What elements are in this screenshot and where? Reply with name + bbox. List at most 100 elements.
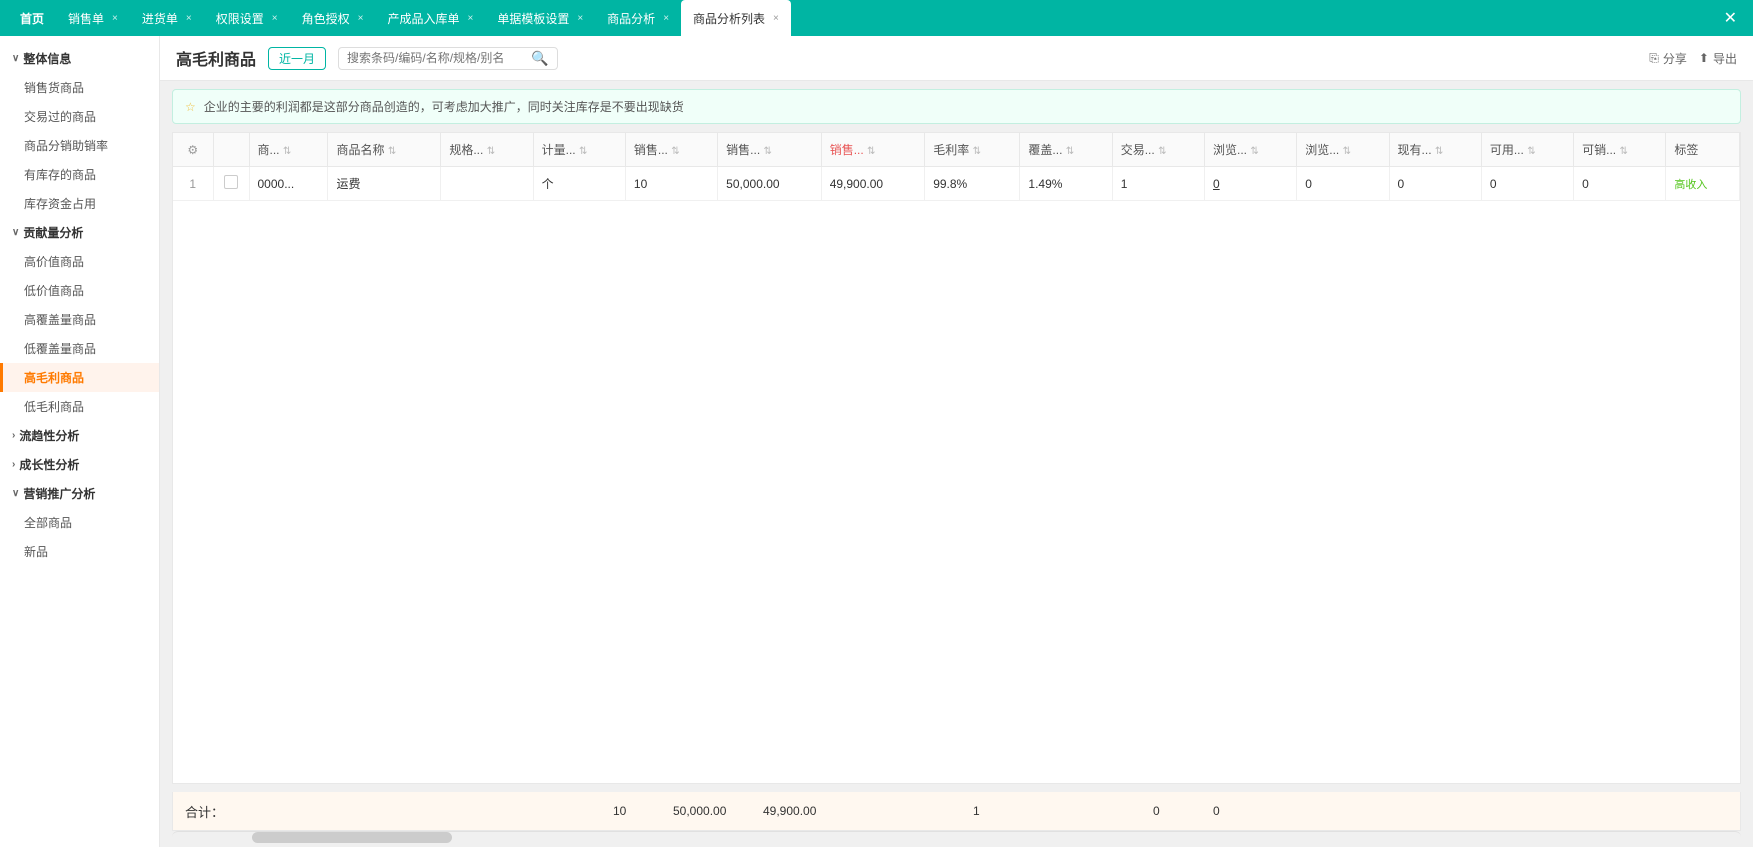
spec-column-header[interactable]: 规格... ⇅ xyxy=(441,133,533,167)
content-area: 高毛利商品 近一月 🔍 ⎘ 分享 ⬆ 导出 ☆ 企业的主要的利润都是这部分商品创… xyxy=(160,36,1753,847)
close-icon[interactable]: × xyxy=(112,13,118,24)
sidebar-group-overall[interactable]: ∨ 整体信息 xyxy=(0,44,159,73)
row-stock-current: 0 xyxy=(1389,167,1481,201)
close-icon[interactable]: × xyxy=(467,13,473,24)
search-icon[interactable]: 🔍 xyxy=(531,50,548,67)
coverage-column-header[interactable]: 覆盖... ⇅ xyxy=(1020,133,1112,167)
export-icon: ⬆ xyxy=(1699,51,1709,65)
unit-column-header[interactable]: 计量... ⇅ xyxy=(533,133,625,167)
close-icon[interactable]: × xyxy=(272,13,278,24)
sales-profit-column-header[interactable]: 销售... ⇅ xyxy=(821,133,925,167)
sidebar-item-high-margin[interactable]: 高毛利商品 xyxy=(0,363,159,392)
filter-month-button[interactable]: 近一月 xyxy=(268,47,326,70)
scrollbar-thumb[interactable] xyxy=(252,832,452,843)
nav-tab-sales[interactable]: 销售单 × xyxy=(56,0,130,36)
sidebar-item-high-coverage[interactable]: 高覆盖量商品 xyxy=(0,305,159,334)
sidebar-item-traded-goods[interactable]: 交易过的商品 xyxy=(0,102,159,131)
close-icon[interactable]: × xyxy=(577,13,583,24)
sort-icon: ⇅ xyxy=(1619,146,1627,157)
sort-icon: ⇅ xyxy=(487,146,495,157)
sidebar-item-low-value[interactable]: 低价值商品 xyxy=(0,276,159,305)
footer-spacer8 xyxy=(1085,800,1145,822)
sort-icon: ⇅ xyxy=(388,146,396,157)
sales-qty-column-header[interactable]: 销售... ⇅ xyxy=(625,133,717,167)
home-label: 首页 xyxy=(20,10,44,27)
row-stock-available: 0 xyxy=(1481,167,1573,201)
sidebar-item-in-stock[interactable]: 有库存的商品 xyxy=(0,160,159,189)
sidebar-item-all-goods[interactable]: 全部商品 xyxy=(0,508,159,537)
nav-tab-permission[interactable]: 权限设置 × xyxy=(204,0,290,36)
sort-icon: ⇅ xyxy=(671,146,679,157)
nav-tab-role[interactable]: 角色授权 × xyxy=(290,0,376,36)
settings-column-header[interactable]: ⚙ xyxy=(173,133,213,167)
export-button[interactable]: ⬆ 导出 xyxy=(1699,50,1737,67)
sort-icon: ⇅ xyxy=(579,146,587,157)
footer-stock-available: 0 xyxy=(1205,800,1265,822)
row-checkbox[interactable] xyxy=(213,167,249,201)
sort-icon: ⇅ xyxy=(283,146,291,157)
window-close-button[interactable]: ✕ xyxy=(1716,8,1745,28)
row-views2: 0 xyxy=(1297,167,1389,201)
sidebar-item-stock-capital[interactable]: 库存资金占用 xyxy=(0,189,159,218)
sidebar-item-sales-goods[interactable]: 销售货商品 xyxy=(0,73,159,102)
sidebar-collapse-button[interactable]: 《 xyxy=(159,422,160,462)
transaction-column-header[interactable]: 交易... ⇅ xyxy=(1112,133,1204,167)
nav-tab-purchase[interactable]: 进货单 × xyxy=(130,0,204,36)
chevron-down-icon: ∨ xyxy=(12,227,19,238)
views2-column-header[interactable]: 浏览... ⇅ xyxy=(1297,133,1389,167)
close-icon[interactable]: × xyxy=(773,13,779,24)
row-num: 1 xyxy=(173,167,213,201)
close-icon[interactable]: × xyxy=(186,13,192,24)
sort-icon: ⇅ xyxy=(1435,146,1443,157)
info-banner: ☆ 企业的主要的利润都是这部分商品创造的，可考虑加大推广，同时关注库存是不要出现… xyxy=(172,89,1741,124)
table-container[interactable]: ⚙ 商... ⇅ 商品名称 ⇅ 规格... ⇅ xyxy=(172,132,1741,784)
sidebar: 《 ∨ 整体信息 销售货商品 交易过的商品 商品分销助销率 有库存的商品 库存资… xyxy=(0,36,160,847)
row-sales-amt: 50,000.00 xyxy=(718,167,822,201)
sidebar-group-growth[interactable]: › 成长性分析 xyxy=(0,450,159,479)
sidebar-item-new-products[interactable]: 新品 xyxy=(0,537,159,566)
close-icon[interactable]: × xyxy=(358,13,364,24)
code-column-header[interactable]: 商... ⇅ xyxy=(249,133,328,167)
chevron-right-icon: › xyxy=(12,430,15,441)
row-tag: 高收入 xyxy=(1666,167,1740,201)
sort-icon: ⇅ xyxy=(1066,146,1074,157)
content-header: 高毛利商品 近一月 🔍 ⎘ 分享 ⬆ 导出 xyxy=(160,36,1753,81)
sales-amt-column-header[interactable]: 销售... ⇅ xyxy=(718,133,822,167)
sidebar-item-low-margin[interactable]: 低毛利商品 xyxy=(0,392,159,421)
sort-icon: ⇅ xyxy=(1250,146,1258,157)
table-footer: 合计： 10 50,000.00 49,900.00 1 0 0 xyxy=(172,792,1741,831)
sidebar-item-distribution-rate[interactable]: 商品分销助销率 xyxy=(0,131,159,160)
sidebar-group-trend[interactable]: › 流趋性分析 xyxy=(0,421,159,450)
row-views1[interactable]: 0 xyxy=(1204,167,1296,201)
nav-tab-template[interactable]: 单据模板设置 × xyxy=(485,0,595,36)
chevron-down-icon: ∨ xyxy=(12,488,19,499)
sidebar-item-high-value[interactable]: 高价值商品 xyxy=(0,247,159,276)
sidebar-item-low-coverage[interactable]: 低覆盖量商品 xyxy=(0,334,159,363)
checkbox-icon[interactable] xyxy=(224,175,238,189)
gross-margin-column-header[interactable]: 毛利率 ⇅ xyxy=(925,133,1020,167)
horizontal-scrollbar[interactable] xyxy=(172,831,1741,843)
name-column-header[interactable]: 商品名称 ⇅ xyxy=(328,133,441,167)
nav-tab-product-analysis[interactable]: 商品分析 × xyxy=(595,0,681,36)
nav-tab-product-entry[interactable]: 产成品入库单 × xyxy=(375,0,485,36)
stock-saleable-column-header[interactable]: 可销... ⇅ xyxy=(1574,133,1666,167)
sort-icon: ⇅ xyxy=(1343,146,1351,157)
sort-icon: ⇅ xyxy=(1158,146,1166,157)
footer-spacer4 xyxy=(485,800,605,822)
views1-column-header[interactable]: 浏览... ⇅ xyxy=(1204,133,1296,167)
stock-available-column-header[interactable]: 可用... ⇅ xyxy=(1481,133,1573,167)
chevron-right-icon: › xyxy=(12,459,15,470)
footer-spacer2 xyxy=(325,800,405,822)
sidebar-group-contribution[interactable]: ∨ 贡献量分析 xyxy=(0,218,159,247)
close-icon[interactable]: × xyxy=(663,13,669,24)
footer-sales-amt: 50,000.00 xyxy=(665,800,755,822)
footer-sales-profit: 49,900.00 xyxy=(755,800,845,822)
search-input[interactable] xyxy=(347,51,527,65)
stock-current-column-header[interactable]: 现有... ⇅ xyxy=(1389,133,1481,167)
nav-tab-home[interactable]: 首页 xyxy=(8,0,56,36)
sidebar-group-marketing[interactable]: ∨ 营销推广分析 xyxy=(0,479,159,508)
row-gross-margin: 99.8% xyxy=(925,167,1020,201)
nav-tab-product-analysis-list[interactable]: 商品分析列表 × xyxy=(681,0,791,36)
footer-spacer7 xyxy=(1025,800,1085,822)
share-button[interactable]: ⎘ 分享 xyxy=(1649,50,1687,67)
